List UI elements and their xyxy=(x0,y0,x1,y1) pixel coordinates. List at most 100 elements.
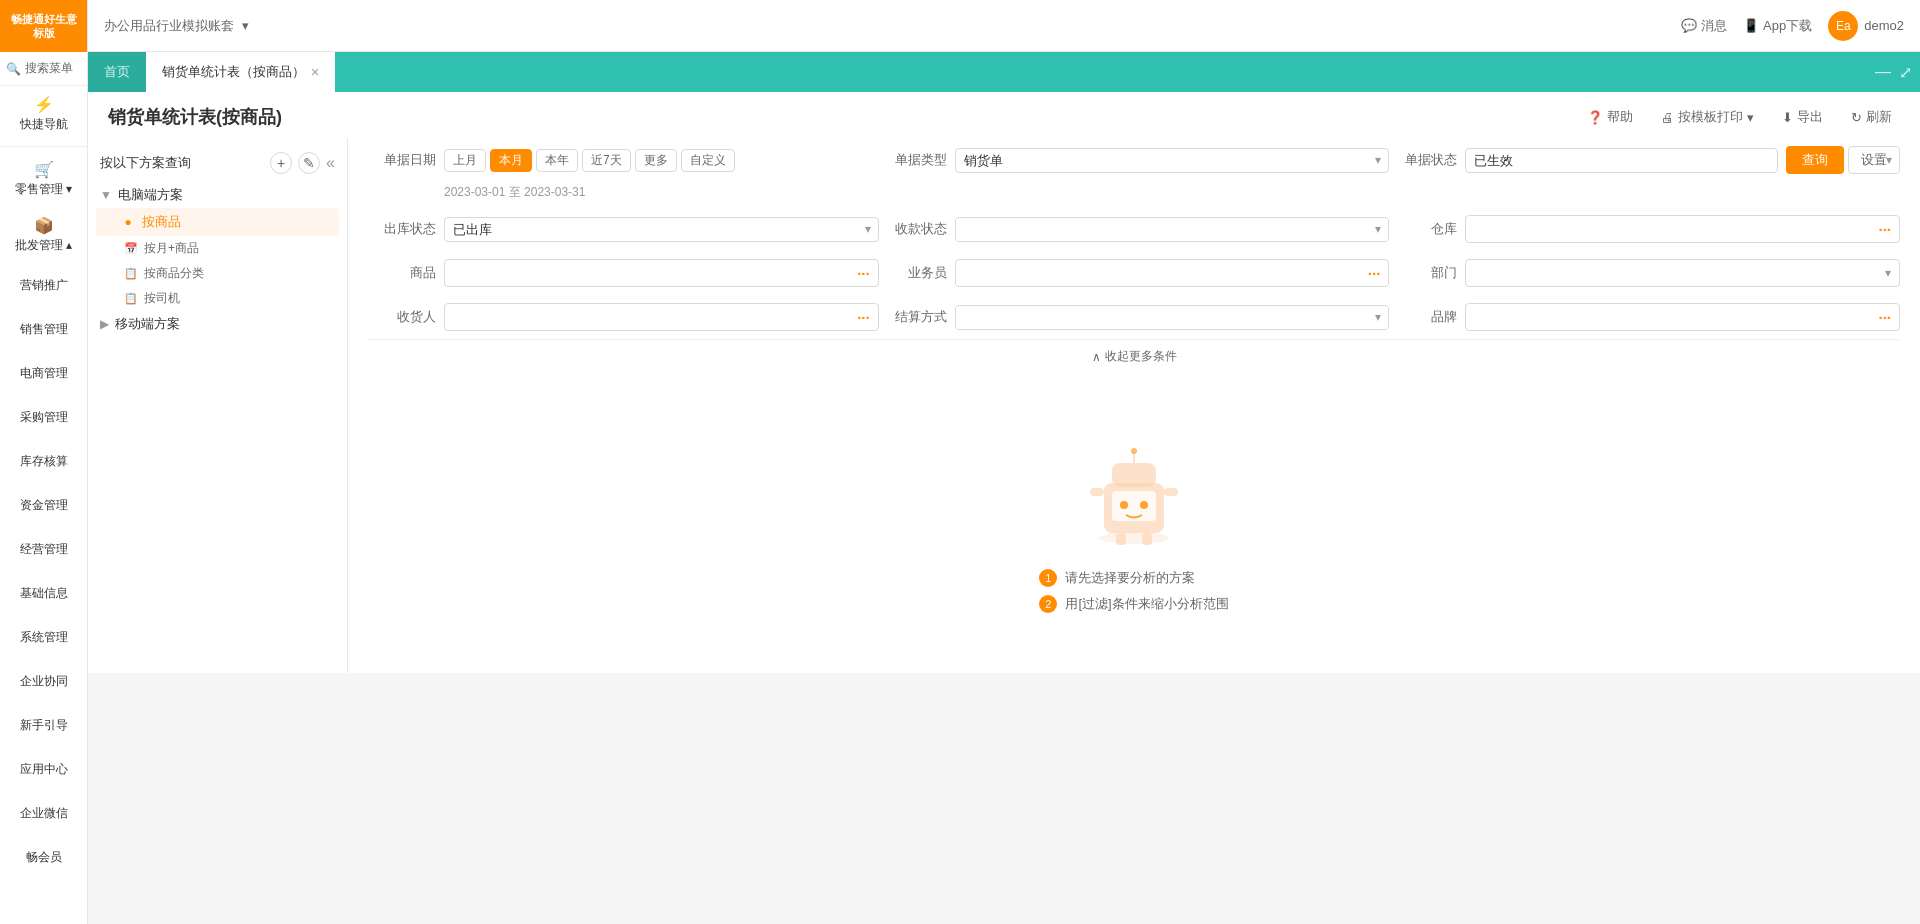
goods-input[interactable]: ··· xyxy=(444,259,879,287)
refresh-btn[interactable]: ↻ 刷新 xyxy=(1843,104,1900,130)
sidebar-item-label: 畅会员 xyxy=(26,849,62,866)
query-btn[interactable]: 查询 xyxy=(1786,146,1844,174)
scheme-item-by-category[interactable]: 📋 按商品分类 xyxy=(96,261,339,286)
brand-input[interactable]: ··· xyxy=(1465,303,1900,331)
payment-select[interactable] xyxy=(955,305,1390,330)
svg-point-3 xyxy=(1120,501,1128,509)
sidebar-item-quick-nav[interactable]: ⚡ 快捷导航 xyxy=(4,87,83,141)
sidebar-item-corp-agreement[interactable]: 企业协同 xyxy=(4,660,83,702)
logo-subtext: 标版 xyxy=(33,26,55,40)
sidebar-item-member[interactable]: 畅会员 xyxy=(4,836,83,878)
settings-btn[interactable]: 设置 xyxy=(1848,146,1900,174)
retail-icon: 🛒 xyxy=(34,160,54,179)
brand-label: 品牌 xyxy=(1389,308,1465,326)
sidebar-item-marketing[interactable]: 营销推广 xyxy=(4,264,83,306)
out-status-select[interactable]: 已出库 xyxy=(444,217,879,242)
svg-rect-8 xyxy=(1164,488,1178,496)
date-btn-this-month[interactable]: 本月 xyxy=(490,149,532,172)
filter-dept-cell: 部门 ▾ xyxy=(1389,259,1900,287)
app-download-btn[interactable]: 📱 App下载 xyxy=(1743,17,1812,35)
dept-select[interactable]: ▾ xyxy=(1465,259,1900,287)
date-btn-7days[interactable]: 近7天 xyxy=(582,149,631,172)
date-btn-more[interactable]: 更多 xyxy=(635,149,677,172)
filter-row-3: 商品 ··· 业务员 ··· xyxy=(368,251,1900,295)
scheme-add-btn[interactable]: + xyxy=(270,152,292,174)
add-icon: + xyxy=(277,155,285,171)
scheme-item-by-driver[interactable]: 📋 按司机 xyxy=(96,286,339,311)
sidebar-item-system[interactable]: 系统管理 xyxy=(4,616,83,658)
sidebar-item-app-center[interactable]: 应用中心 xyxy=(4,748,83,790)
receive-status-label: 收款状态 xyxy=(879,220,955,238)
print-btn[interactable]: 🖨 按模板打印 ▾ xyxy=(1653,104,1762,130)
order-type-label: 单据类型 xyxy=(879,151,955,169)
salesperson-input[interactable]: ··· xyxy=(955,259,1390,287)
goods-label: 商品 xyxy=(368,264,444,282)
date-btn-this-year[interactable]: 本年 xyxy=(536,149,578,172)
user-menu[interactable]: Ea demo2 xyxy=(1828,11,1904,41)
scheme-group-pc-header[interactable]: ▼ 电脑端方案 xyxy=(96,182,339,208)
sidebar-item-operation[interactable]: 经营管理 xyxy=(4,528,83,570)
scheme-edit-btn[interactable]: ✎ xyxy=(298,152,320,174)
order-type-select[interactable]: 销货单 xyxy=(955,148,1390,173)
order-status-select[interactable]: 已生效 xyxy=(1465,148,1778,173)
sidebar-item-wholesale[interactable]: 📦 批发管理 ▴ xyxy=(4,208,83,262)
by-goods-icon: ● xyxy=(120,214,136,230)
receiver-more-icon: ··· xyxy=(857,309,870,326)
nav-icon: ⚡ xyxy=(34,95,54,114)
sidebar-item-basic[interactable]: 基础信息 xyxy=(4,572,83,614)
sidebar-item-enterprise-wechat[interactable]: 企业微信 xyxy=(4,792,83,834)
receiver-input[interactable]: ··· xyxy=(444,303,879,331)
pc-group-arrow: ▼ xyxy=(100,188,112,202)
print-dropdown-icon: ▾ xyxy=(1747,110,1754,125)
warehouse-input[interactable]: ··· xyxy=(1465,215,1900,243)
sidebar-item-label: 销售管理 xyxy=(20,321,68,338)
filter-brand-cell: 品牌 ··· xyxy=(1389,303,1900,331)
empty-state: 1 请先选择要分析的方案 2 用[过滤]条件来缩小分析范围 xyxy=(348,373,1920,673)
export-icon: ⬇ xyxy=(1782,110,1793,125)
search-menu-item[interactable]: 🔍 搜索菜单 xyxy=(0,52,87,86)
date-btn-custom[interactable]: 自定义 xyxy=(681,149,735,172)
industry-dropdown-icon[interactable]: ▾ xyxy=(242,18,249,33)
collapse-up-icon: ∧ xyxy=(1092,350,1101,364)
tab-minimize-btn[interactable]: — xyxy=(1875,63,1891,81)
filter-receiver-cell: 收货人 ··· xyxy=(368,303,879,331)
mobile-group-label: 移动端方案 xyxy=(115,315,180,333)
filter-row-1: 单据日期 上月 本月 本年 近7天 更多 自定义 xyxy=(368,138,1900,182)
sidebar-item-retail[interactable]: 🛒 零售管理 ▾ xyxy=(4,152,83,206)
filter-out-status-cell: 出库状态 已出库 xyxy=(368,215,879,243)
help-label: 帮助 xyxy=(1607,108,1633,126)
scheme-collapse-btn[interactable]: « xyxy=(326,154,335,172)
page-content: 销货单统计表(按商品) ❓ 帮助 🖨 按模板打印 ▾ ⬇ 导出 xyxy=(88,92,1920,924)
tab-maximize-btn[interactable]: ⤢ xyxy=(1899,63,1912,82)
collapse-more-bar[interactable]: ∧ 收起更多条件 xyxy=(368,339,1900,373)
scheme-item-by-goods[interactable]: ● 按商品 xyxy=(96,208,339,236)
filter-warehouse-cell: 仓库 ··· xyxy=(1389,215,1900,243)
app-download-label: App下载 xyxy=(1763,17,1812,35)
export-btn[interactable]: ⬇ 导出 xyxy=(1774,104,1831,130)
scheme-group-mobile-header[interactable]: ▶ 移动端方案 xyxy=(96,311,339,337)
message-label: 消息 xyxy=(1701,17,1727,35)
sidebar-item-ecommerce[interactable]: 电商管理 xyxy=(4,352,83,394)
content-body: 按以下方案查询 + ✎ « xyxy=(88,138,1920,673)
date-btn-last-month[interactable]: 上月 xyxy=(444,149,486,172)
order-status-label: 单据状态 xyxy=(1389,151,1465,169)
month-goods-icon: 📅 xyxy=(124,242,138,255)
goods-more-icon: ··· xyxy=(857,265,870,282)
scheme-panel-actions: + ✎ « xyxy=(270,152,335,174)
sidebar-item-inventory[interactable]: 库存核算 xyxy=(4,440,83,482)
sidebar-item-purchase[interactable]: 采购管理 xyxy=(4,396,83,438)
tab-home[interactable]: 首页 xyxy=(88,52,146,92)
empty-tips: 1 请先选择要分析的方案 2 用[过滤]条件来缩小分析范围 xyxy=(1039,569,1228,613)
page-title-bar: 销货单统计表(按商品) ❓ 帮助 🖨 按模板打印 ▾ ⬇ 导出 xyxy=(88,92,1920,138)
help-btn[interactable]: ❓ 帮助 xyxy=(1579,104,1641,130)
scheme-group-pc: ▼ 电脑端方案 ● 按商品 📅 按月+商品 📋 xyxy=(88,182,347,311)
sidebar-item-newcomer[interactable]: 新手引导 xyxy=(4,704,83,746)
page-actions: ❓ 帮助 🖨 按模板打印 ▾ ⬇ 导出 ↻ 刷新 xyxy=(1579,104,1900,130)
receive-status-select[interactable] xyxy=(955,217,1390,242)
tab-close-btn[interactable]: × xyxy=(311,65,319,79)
tab-sales-report[interactable]: 销货单统计表（按商品） × xyxy=(146,52,335,92)
scheme-item-by-month-goods[interactable]: 📅 按月+商品 xyxy=(96,236,339,261)
sidebar-item-sales[interactable]: 销售管理 xyxy=(4,308,83,350)
sidebar-item-finance[interactable]: 资金管理 xyxy=(4,484,83,526)
message-btn[interactable]: 💬 消息 xyxy=(1681,17,1727,35)
